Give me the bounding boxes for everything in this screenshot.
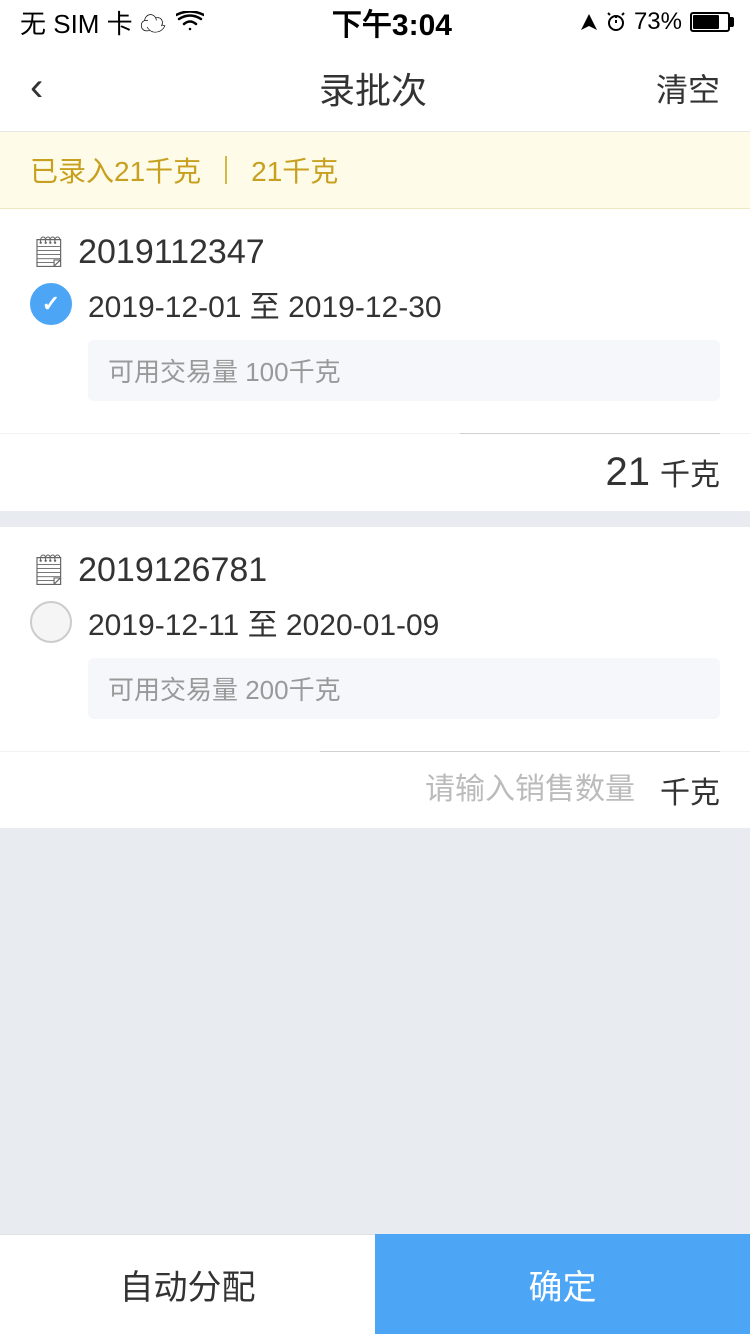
- batch-2-header: 🗒 2019126781: [30, 551, 720, 590]
- recorded-amount: 已录入21千克: [30, 150, 201, 190]
- batch-2-date: 2019-12-11 至 2020-01-09: [88, 600, 439, 644]
- section-separator: [0, 511, 750, 527]
- alarm-icon: [606, 12, 626, 32]
- batch-2-date-row[interactable]: 2019-12-11 至 2020-01-09: [30, 600, 720, 644]
- batch-1-id: 2019112347: [78, 233, 265, 272]
- qty-input[interactable]: [350, 773, 650, 807]
- battery-icon: [690, 12, 730, 32]
- status-left: 无 SIM 卡 ☁: [20, 4, 204, 41]
- batch-2-input-row: 千克: [0, 752, 750, 828]
- auto-distribute-button[interactable]: 自动分配: [0, 1234, 375, 1334]
- batch-2-icon: 🗒: [30, 553, 68, 588]
- sim-label: 无 SIM 卡 ☁: [20, 4, 166, 41]
- batch-1-date-row[interactable]: 2019-12-01 至 2019-12-30: [30, 282, 720, 326]
- batch-1-icon: 🗒: [30, 235, 68, 270]
- status-bar: 无 SIM 卡 ☁ 下午3:04 73%: [0, 0, 750, 44]
- batch-1-date: 2019-12-01 至 2019-12-30: [88, 282, 442, 326]
- battery-percent: 73%: [634, 8, 682, 36]
- status-right: 73%: [580, 8, 730, 36]
- bottom-bar: 自动分配 确定: [0, 1234, 750, 1334]
- batch-1-available: 可用交易量 100千克: [108, 357, 341, 387]
- batch-1-amount-row: 21 千克: [0, 434, 750, 511]
- batch-2-radio[interactable]: [30, 601, 72, 643]
- total-amount: 21千克: [251, 150, 338, 190]
- batch-2-id: 2019126781: [78, 551, 267, 590]
- clear-button[interactable]: 清空: [656, 65, 720, 111]
- batch-2-available: 可用交易量 200千克: [108, 675, 341, 705]
- batch-1-amount-value: 21: [606, 450, 651, 495]
- batch-item-1: 🗒 2019112347 2019-12-01 至 2019-12-30 可用交…: [0, 209, 750, 433]
- batch-1-header: 🗒 2019112347: [30, 233, 720, 272]
- batch-item-2: 🗒 2019126781 2019-12-11 至 2020-01-09 可用交…: [0, 527, 750, 751]
- batch-1-radio[interactable]: [30, 283, 72, 325]
- batch-1-unit: 千克: [660, 450, 720, 494]
- confirm-button[interactable]: 确定: [375, 1234, 750, 1334]
- info-banner: 已录入21千克 21千克: [0, 132, 750, 209]
- info-divider: [225, 156, 227, 184]
- batch-1-available-box: 可用交易量 100千克: [88, 340, 720, 401]
- batch-2-unit: 千克: [660, 768, 720, 812]
- page-title: 录批次: [319, 62, 427, 114]
- location-icon: [580, 13, 598, 31]
- content-area: 🗒 2019112347 2019-12-01 至 2019-12-30 可用交…: [0, 209, 750, 1334]
- batch-2-available-box: 可用交易量 200千克: [88, 658, 720, 719]
- back-button[interactable]: ‹: [30, 65, 90, 110]
- wifi-icon: [176, 11, 204, 33]
- nav-bar: ‹ 录批次 清空: [0, 44, 750, 132]
- status-time: 下午3:04: [332, 0, 452, 44]
